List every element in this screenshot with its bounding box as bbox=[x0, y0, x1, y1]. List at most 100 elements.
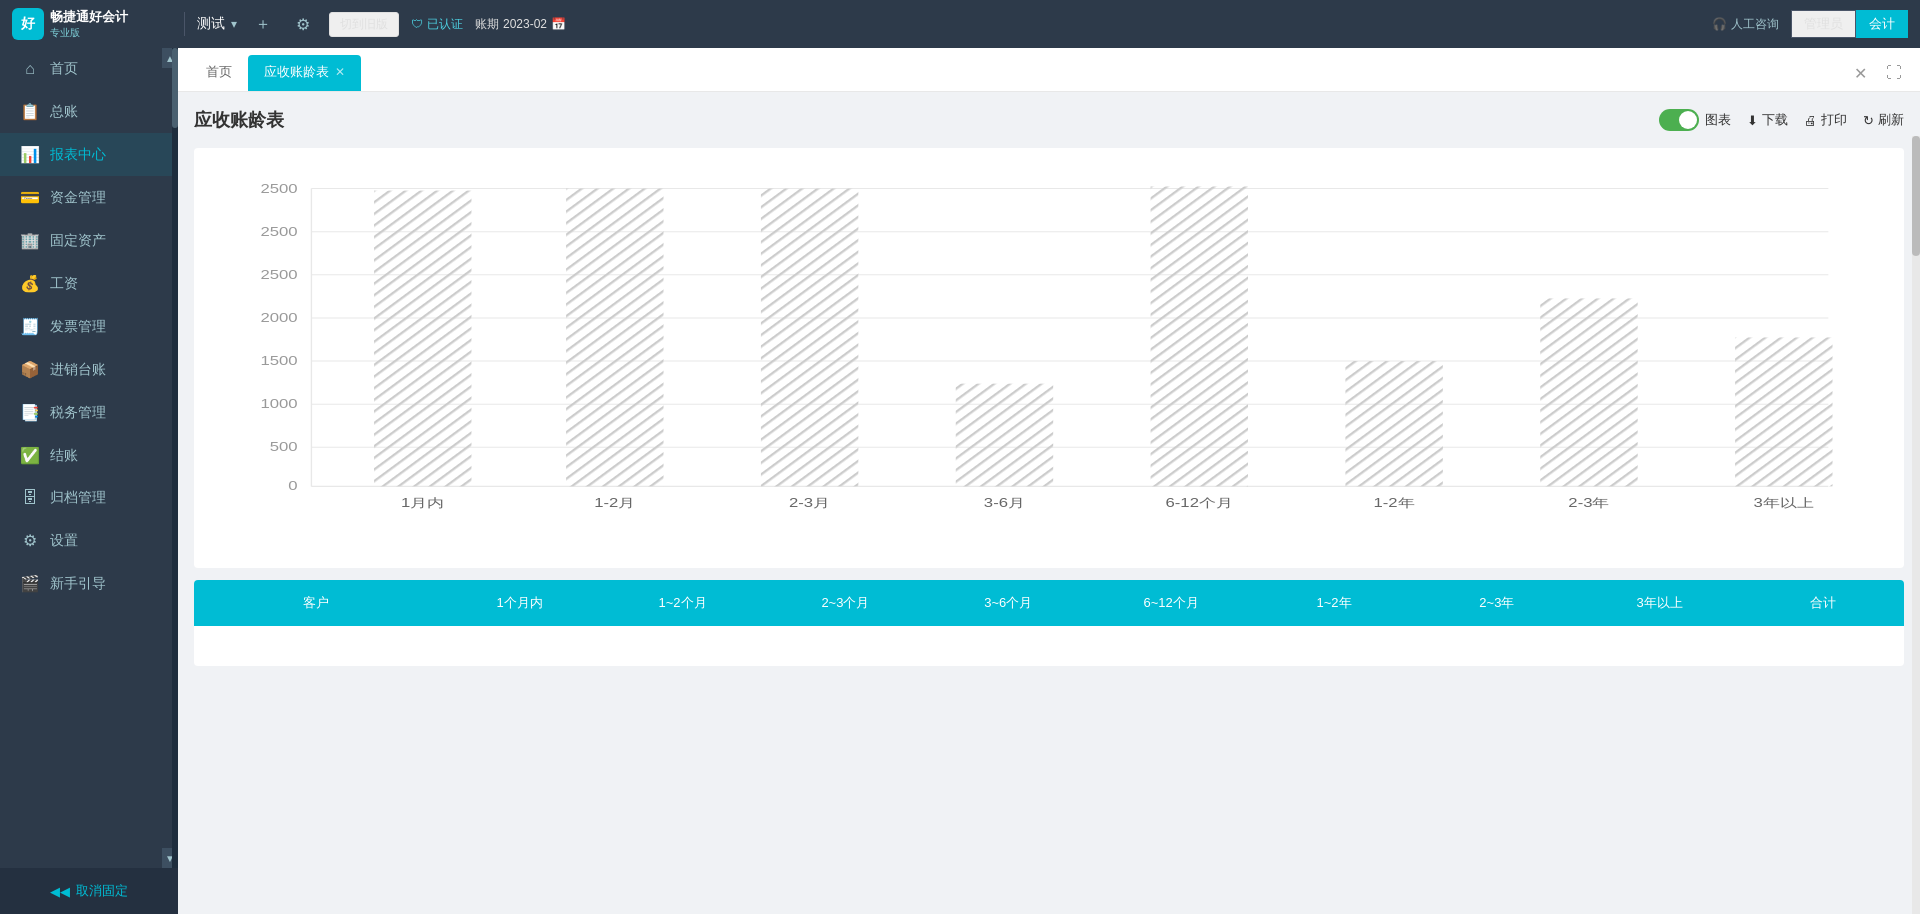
sidebar-item-label-funds: 资金管理 bbox=[50, 189, 106, 207]
svg-text:0: 0 bbox=[288, 480, 297, 493]
salary-icon: 💰 bbox=[20, 274, 40, 293]
page-content: 应收账龄表 图表 ⬇ 下载 🖨 bbox=[178, 92, 1920, 914]
certified-badge: 🛡 已认证 bbox=[411, 16, 463, 33]
sidebar-item-guide[interactable]: 🎬 新手引导 bbox=[0, 562, 178, 605]
tax-icon: 📑 bbox=[20, 403, 40, 422]
x-label-3年以上: 3年以上 bbox=[1754, 496, 1814, 509]
bar-2-3月 bbox=[761, 189, 858, 487]
sidebar-item-invoice[interactable]: 🧾 发票管理 bbox=[0, 305, 178, 348]
chart-toggle[interactable] bbox=[1659, 109, 1699, 131]
table-header-cell: 2~3个月 bbox=[764, 580, 927, 626]
guide-icon: 🎬 bbox=[20, 574, 40, 593]
tab-aging[interactable]: 应收账龄表✕ bbox=[248, 55, 361, 91]
svg-text:2500: 2500 bbox=[260, 182, 297, 195]
chart-container: 2500 2500 2500 2000 1500 1000 500 0 bbox=[194, 148, 1904, 568]
scrollable-content: 应收账龄表 图表 ⬇ 下载 🖨 bbox=[178, 92, 1920, 914]
table-header-cell: 客户 bbox=[194, 580, 438, 626]
x-label-6-12月: 6-12个月 bbox=[1166, 496, 1234, 509]
manager-button[interactable]: 管理员 bbox=[1791, 10, 1856, 38]
sidebar-item-label-inventory: 进销台账 bbox=[50, 361, 106, 379]
print-label: 打印 bbox=[1821, 111, 1847, 129]
expand-button[interactable]: ⛶ bbox=[1880, 59, 1908, 87]
tab-bar: 首页应收账龄表✕ ✕ ⛶ bbox=[178, 48, 1920, 92]
sidebar-item-funds[interactable]: 💳 资金管理 bbox=[0, 176, 178, 219]
sidebar-item-label-salary: 工资 bbox=[50, 275, 78, 293]
ledger-icon: 📋 bbox=[20, 102, 40, 121]
table-body bbox=[194, 626, 1904, 666]
consult-label: 人工咨询 bbox=[1731, 16, 1779, 33]
sidebar: ▲ ⌂ 首页 📋 总账 📊 报表中心 💳 资金管理 🏢 固定资产 💰 工资 🧾 … bbox=[0, 48, 178, 914]
sidebar-item-label-ledger: 总账 bbox=[50, 103, 78, 121]
table-container: 客户1个月内1~2个月2~3个月3~6个月6~12个月1~2年2~3年3年以上合… bbox=[194, 580, 1904, 666]
settings-icon: ⚙ bbox=[20, 531, 40, 550]
table-header-cell: 1~2年 bbox=[1253, 580, 1416, 626]
pin-icon: ◀◀ bbox=[50, 884, 70, 899]
sidebar-item-label-guide: 新手引导 bbox=[50, 575, 106, 593]
sidebar-item-settings[interactable]: ⚙ 设置 bbox=[0, 519, 178, 562]
settings-icon[interactable]: ⚙ bbox=[289, 10, 317, 38]
bar-1-2年 bbox=[1345, 361, 1442, 486]
workspace-name: 测试 bbox=[197, 15, 225, 33]
print-button[interactable]: 🖨 打印 bbox=[1804, 111, 1847, 129]
pin-label: 取消固定 bbox=[76, 882, 128, 900]
svg-text:1000: 1000 bbox=[260, 397, 297, 410]
workspace-selector[interactable]: 测试 ▾ bbox=[197, 15, 237, 33]
table-header-cell: 3年以上 bbox=[1578, 580, 1741, 626]
tab-close-aging[interactable]: ✕ bbox=[335, 65, 345, 79]
archive-icon: 🗄 bbox=[20, 489, 40, 507]
bar-6-12月 bbox=[1151, 186, 1248, 486]
sidebar-item-label-home: 首页 bbox=[50, 60, 78, 78]
user-role-buttons: 管理员 会计 bbox=[1791, 10, 1908, 38]
tab-home[interactable]: 首页 bbox=[190, 55, 248, 91]
sidebar-item-label-closing: 结账 bbox=[50, 447, 78, 465]
sidebar-item-inventory[interactable]: 📦 进销台账 bbox=[0, 348, 178, 391]
logo-app-name: 畅捷通好会计 bbox=[50, 8, 128, 26]
sidebar-pin-button[interactable]: ◀◀ 取消固定 bbox=[0, 868, 178, 914]
table-header-cell: 1个月内 bbox=[438, 580, 601, 626]
x-label-1月内: 1月内 bbox=[401, 496, 444, 509]
bar-3年以上 bbox=[1735, 337, 1832, 486]
headset-icon: 🎧 bbox=[1712, 17, 1727, 31]
download-button[interactable]: ⬇ 下载 bbox=[1747, 111, 1788, 129]
x-label-2-3年: 2-3年 bbox=[1568, 496, 1609, 509]
bar-1月内 bbox=[374, 191, 471, 487]
svg-text:1500: 1500 bbox=[260, 354, 297, 367]
reports-icon: 📊 bbox=[20, 145, 40, 164]
topbar-right: 🎧 人工咨询 管理员 会计 bbox=[1712, 10, 1908, 38]
refresh-button[interactable]: ↻ 刷新 bbox=[1863, 111, 1904, 129]
sidebar-item-tax[interactable]: 📑 税务管理 bbox=[0, 391, 178, 434]
sidebar-item-label-invoice: 发票管理 bbox=[50, 318, 106, 336]
close-tab-button[interactable]: ✕ bbox=[1846, 59, 1874, 87]
logo: 好 畅捷通好会计 专业版 bbox=[12, 8, 172, 40]
chart-toggle-label: 图表 bbox=[1705, 111, 1731, 129]
sidebar-item-reports[interactable]: 📊 报表中心 bbox=[0, 133, 178, 176]
chart-toggle-wrapper: 图表 bbox=[1659, 109, 1731, 131]
svg-text:2000: 2000 bbox=[260, 311, 297, 324]
sidebar-item-home[interactable]: ⌂ 首页 bbox=[0, 48, 178, 90]
calendar-icon[interactable]: 📅 bbox=[551, 17, 566, 31]
main-scrollbar-thumb[interactable] bbox=[1912, 136, 1920, 256]
sidebar-item-label-settings: 设置 bbox=[50, 532, 78, 550]
funds-icon: 💳 bbox=[20, 188, 40, 207]
sidebar-item-assets[interactable]: 🏢 固定资产 bbox=[0, 219, 178, 262]
add-button[interactable]: ＋ bbox=[249, 10, 277, 38]
invoice-icon: 🧾 bbox=[20, 317, 40, 336]
print-icon: 🖨 bbox=[1804, 113, 1817, 128]
sidebar-item-ledger[interactable]: 📋 总账 bbox=[0, 90, 178, 133]
refresh-icon: ↻ bbox=[1863, 113, 1874, 128]
accountant-button[interactable]: 会计 bbox=[1856, 10, 1908, 38]
bar-3-6月 bbox=[956, 384, 1053, 487]
sidebar-item-closing[interactable]: ✅ 结账 bbox=[0, 434, 178, 477]
table-header-cell: 2~3年 bbox=[1415, 580, 1578, 626]
topbar: 好 畅捷通好会计 专业版 测试 ▾ ＋ ⚙ 切到旧版 🛡 已认证 账期 2023… bbox=[0, 0, 1920, 48]
tab-actions: ✕ ⛶ bbox=[1846, 59, 1908, 91]
switch-version-button[interactable]: 切到旧版 bbox=[329, 12, 399, 37]
consult-button[interactable]: 🎧 人工咨询 bbox=[1712, 16, 1779, 33]
table-header-cell: 合计 bbox=[1741, 580, 1904, 626]
sidebar-item-archive[interactable]: 🗄 归档管理 bbox=[0, 477, 178, 519]
topbar-divider bbox=[184, 12, 185, 36]
table-header-cell: 6~12个月 bbox=[1090, 580, 1253, 626]
logo-edition: 专业版 bbox=[50, 26, 128, 40]
sidebar-item-salary[interactable]: 💰 工资 bbox=[0, 262, 178, 305]
logo-icon: 好 bbox=[12, 8, 44, 40]
